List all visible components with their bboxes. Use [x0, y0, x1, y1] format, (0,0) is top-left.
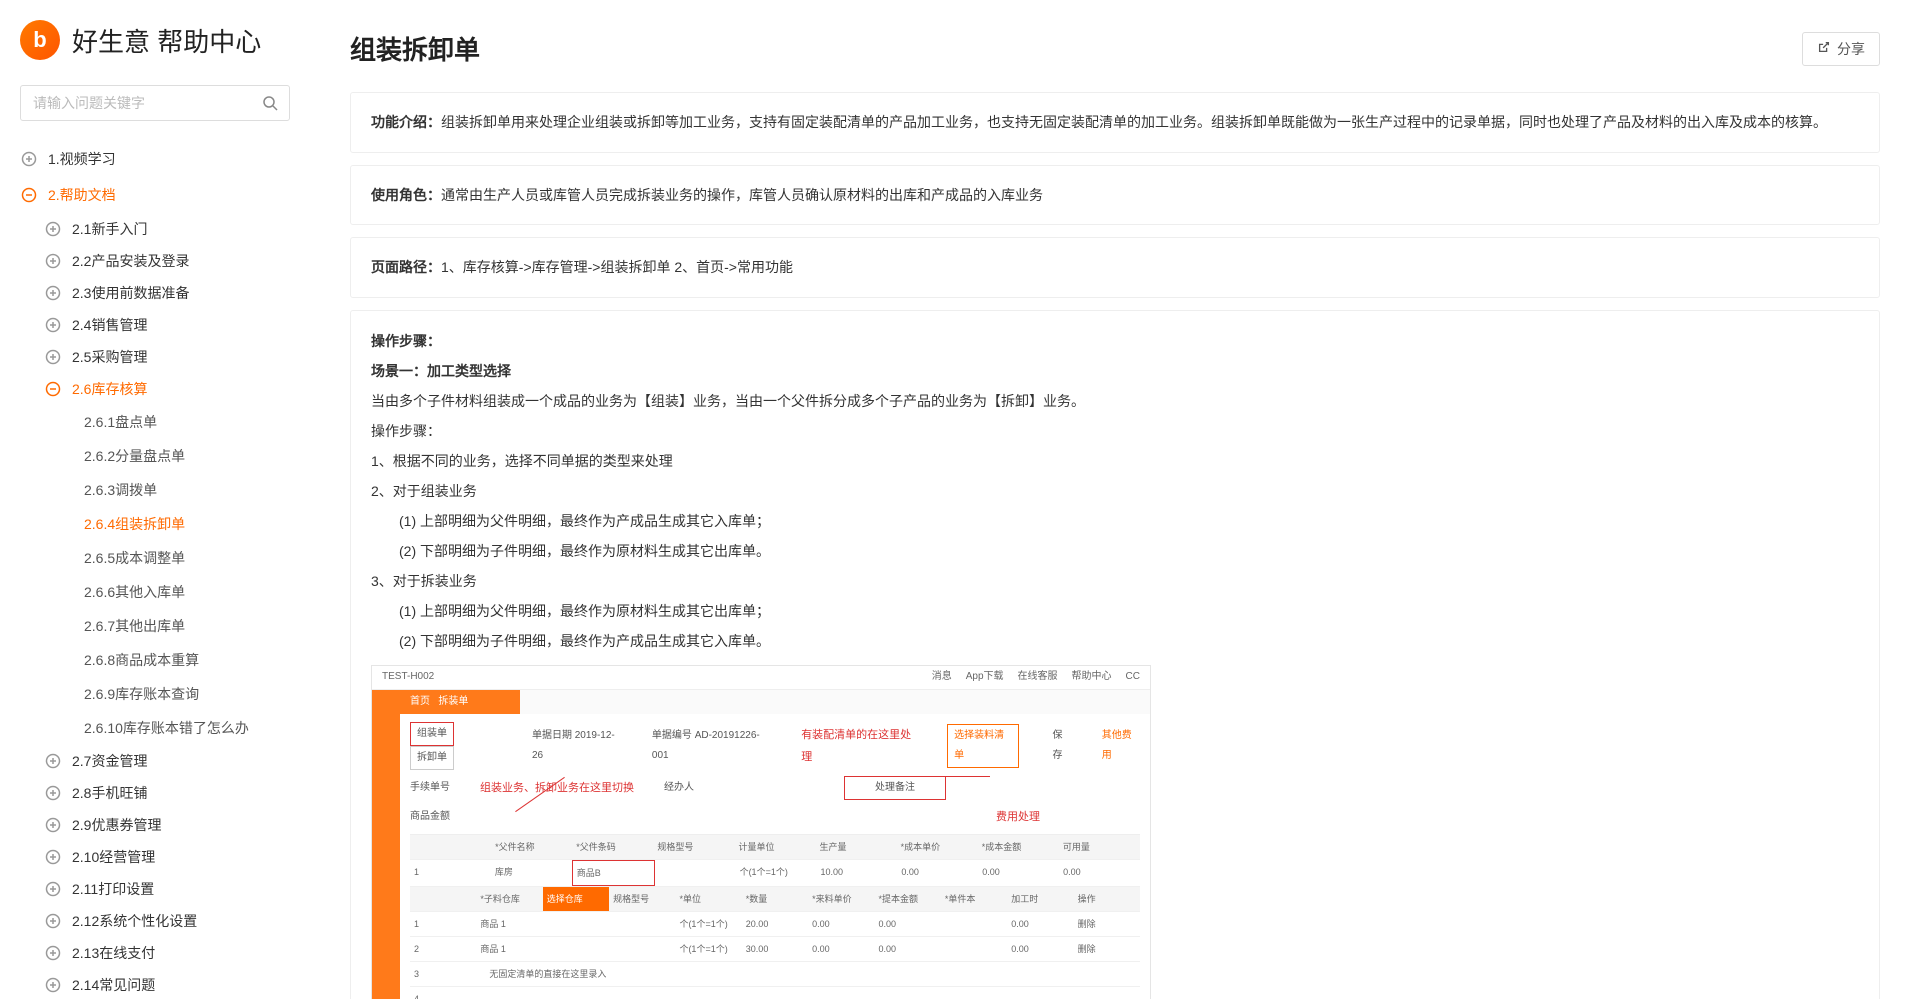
nav-label: 2.3使用前数据准备: [72, 283, 189, 303]
plus-icon: [44, 284, 62, 302]
plus-icon: [44, 348, 62, 366]
share-icon: [1817, 40, 1831, 57]
nav-label: 2.帮助文档: [48, 185, 116, 205]
step2a: (1) 上部明细为父件明细，最终作为产成品生成其它入库单；: [371, 507, 1859, 535]
sp-menu: 帮助中心: [1072, 667, 1112, 687]
role-label: 使用角色：: [371, 187, 441, 203]
page-title: 组装拆卸单: [350, 30, 480, 67]
nav-item-214[interactable]: 2.14常见问题: [44, 969, 290, 999]
nav-item-23[interactable]: 2.3使用前数据准备: [44, 277, 290, 309]
nav-leaf-264[interactable]: 2.6.4组装拆卸单: [84, 507, 290, 541]
role-text: 通常由生产人员或库管人员完成拆装业务的操作，库管人员确认原材料的出库和产成品的入…: [441, 187, 1043, 203]
nav-leaf-261[interactable]: 2.6.1盘点单: [84, 405, 290, 439]
nav-label: 2.12系统个性化设置: [72, 911, 197, 931]
nav-leaf-2610[interactable]: 2.6.10库存账本错了怎么办: [84, 711, 290, 745]
sp-menu: 消息: [932, 667, 952, 687]
nav-label: 2.14常见问题: [72, 975, 155, 995]
nav-label: 2.8手机旺铺: [72, 783, 147, 803]
plus-icon: [44, 880, 62, 898]
nav-label: 1.视频学习: [48, 149, 116, 169]
nav-leaf-265[interactable]: 2.6.5成本调整单: [84, 541, 290, 575]
nav-leaf-269[interactable]: 2.6.9库存账本查询: [84, 677, 290, 711]
nav-item-210[interactable]: 2.10经营管理: [44, 841, 290, 873]
plus-icon: [44, 848, 62, 866]
nav-item-28[interactable]: 2.8手机旺铺: [44, 777, 290, 809]
nav-label: 2.9优惠券管理: [72, 815, 161, 835]
nav-item-213[interactable]: 2.13在线支付: [44, 937, 290, 969]
search-input[interactable]: [20, 85, 290, 121]
intro-box: 功能介绍：组装拆卸单用来处理企业组装或拆卸等加工业务，支持有固定装配清单的产品加…: [350, 92, 1880, 153]
nav-root: 1.视频学习 2.帮助文档 2.1新手入门 2.2产品安装及登录 2.3使用前数…: [20, 141, 290, 999]
search-wrap: [20, 85, 290, 121]
nav-label: 2.1新手入门: [72, 219, 147, 239]
plus-icon: [44, 816, 62, 834]
nav-item-27[interactable]: 2.7资金管理: [44, 745, 290, 777]
nav-item-212[interactable]: 2.12系统个性化设置: [44, 905, 290, 937]
plus-icon: [44, 252, 62, 270]
nav-label: 2.2产品安装及登录: [72, 251, 189, 271]
nav-label: 2.7资金管理: [72, 751, 147, 771]
step3: 3、对于拆装业务: [371, 567, 1859, 595]
role-box: 使用角色：通常由生产人员或库管人员完成拆装业务的操作，库管人员确认原材料的出库和…: [350, 165, 1880, 226]
plus-icon: [44, 752, 62, 770]
nav-leaf-263[interactable]: 2.6.3调拨单: [84, 473, 290, 507]
path-text: 1、库存核算->库存管理->组装拆卸单 2、首页->常用功能: [441, 259, 793, 275]
nav-item-22[interactable]: 2.2产品安装及登录: [44, 245, 290, 277]
scene-desc: 当由多个子件材料组装成一个成品的业务为【组装】业务，当由一个父件拆分成多个子产品…: [371, 387, 1859, 415]
logo-icon: b: [20, 20, 60, 60]
nav-label: 2.13在线支付: [72, 943, 155, 963]
nav-item-24[interactable]: 2.4销售管理: [44, 309, 290, 341]
nav-label: 2.4销售管理: [72, 315, 147, 335]
search-icon[interactable]: [262, 95, 278, 111]
plus-icon: [44, 220, 62, 238]
nav-item-docs[interactable]: 2.帮助文档: [20, 177, 290, 213]
sp-company: TEST-H002: [382, 667, 434, 687]
step2: 2、对于组装业务: [371, 477, 1859, 505]
plus-icon: [44, 944, 62, 962]
sp-menu: App下载: [966, 667, 1004, 687]
main-content: 组装拆卸单 分享 功能介绍：组装拆卸单用来处理企业组装或拆卸等加工业务，支持有固…: [310, 0, 1920, 999]
plus-icon: [44, 912, 62, 930]
nav-leaf-267[interactable]: 2.6.7其他出库单: [84, 609, 290, 643]
step3b: (2) 下部明细为子件明细，最终作为产成品生成其它入库单。: [371, 627, 1859, 655]
nav-leaf-266[interactable]: 2.6.6其他入库单: [84, 575, 290, 609]
nav-leaf-268[interactable]: 2.6.8商品成本重算: [84, 643, 290, 677]
steps-title: 操作步骤：: [371, 327, 1859, 355]
nav-item-29[interactable]: 2.9优惠券管理: [44, 809, 290, 841]
nav-item-video[interactable]: 1.视频学习: [20, 141, 290, 177]
sp-menu: 在线客服: [1018, 667, 1058, 687]
nav-item-21[interactable]: 2.1新手入门: [44, 213, 290, 245]
embedded-screenshot: TEST-H002 消息 App下载 在线客服 帮助中心 CC 首页 拆装单 组…: [371, 665, 1151, 999]
plus-icon: [44, 316, 62, 334]
scene-title: 场景一：加工类型选择: [371, 357, 1859, 385]
step3a: (1) 上部明细为父件明细，最终作为原材料生成其它出库单；: [371, 597, 1859, 625]
steps-label: 操作步骤：: [371, 417, 1859, 445]
brand-row: b 好生意 帮助中心: [20, 20, 290, 60]
step1: 1、根据不同的业务，选择不同单据的类型来处理: [371, 447, 1859, 475]
plus-icon: [20, 150, 38, 168]
minus-icon: [20, 186, 38, 204]
nav-item-25[interactable]: 2.5采购管理: [44, 341, 290, 373]
nav-label: 2.5采购管理: [72, 347, 147, 367]
plus-icon: [44, 976, 62, 994]
sidebar: b 好生意 帮助中心 1.视频学习 2.帮助文档 2.1新手入门 2.2产品安装…: [0, 0, 310, 999]
plus-icon: [44, 784, 62, 802]
nav-label: 2.11打印设置: [72, 879, 154, 899]
nav-label: 2.6库存核算: [72, 379, 147, 399]
step2b: (2) 下部明细为子件明细，最终作为原材料生成其它出库单。: [371, 537, 1859, 565]
sp-user: CC: [1126, 667, 1140, 687]
intro-text: 组装拆卸单用来处理企业组装或拆卸等加工业务，支持有固定装配清单的产品加工业务，也…: [441, 114, 1827, 130]
nav-item-211[interactable]: 2.11打印设置: [44, 873, 290, 905]
minus-icon: [44, 380, 62, 398]
steps-box: 操作步骤： 场景一：加工类型选择 当由多个子件材料组装成一个成品的业务为【组装】…: [350, 310, 1880, 999]
intro-label: 功能介绍：: [371, 114, 441, 130]
brand-title: 好生意 帮助中心: [72, 22, 261, 59]
share-label: 分享: [1837, 39, 1865, 59]
nav-leaf-262[interactable]: 2.6.2分量盘点单: [84, 439, 290, 473]
nav-item-26[interactable]: 2.6库存核算: [44, 373, 290, 405]
share-button[interactable]: 分享: [1802, 32, 1880, 66]
path-label: 页面路径：: [371, 259, 441, 275]
nav-label: 2.10经营管理: [72, 847, 155, 867]
path-box: 页面路径：1、库存核算->库存管理->组装拆卸单 2、首页->常用功能: [350, 237, 1880, 298]
